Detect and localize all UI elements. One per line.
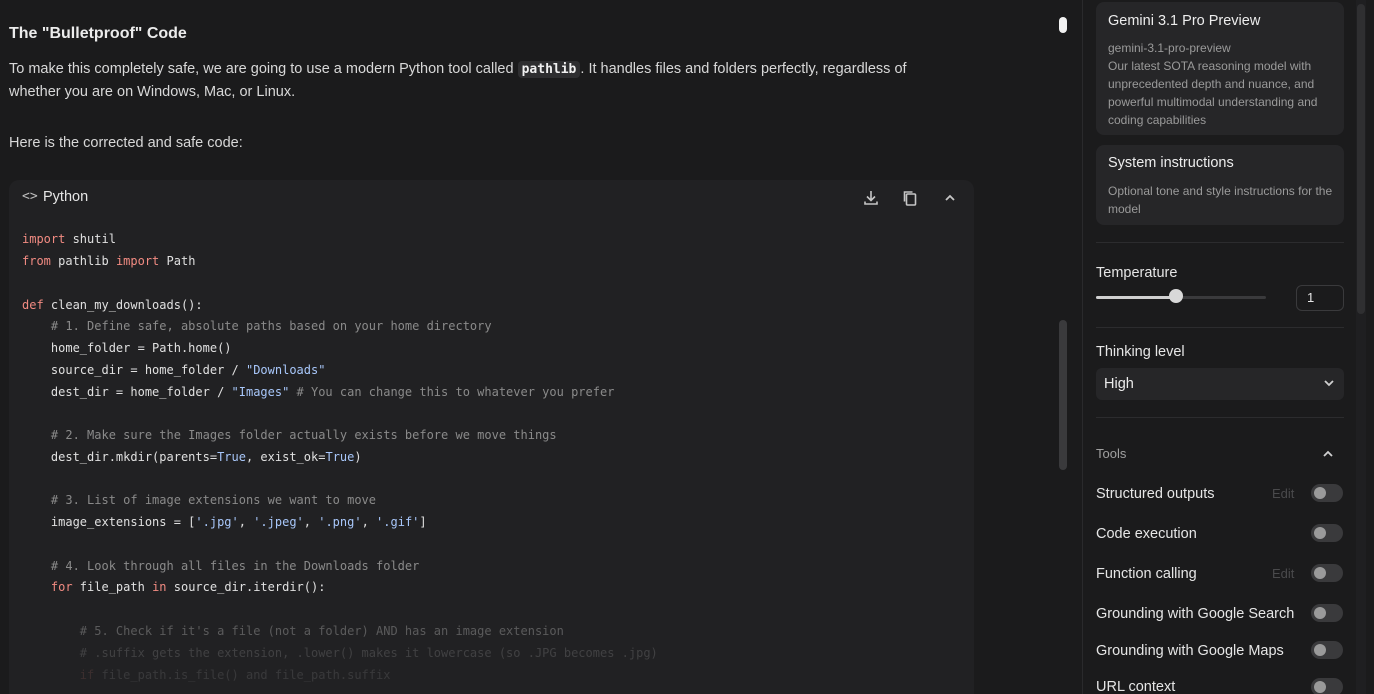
- code-line: # .suffix gets the extension, .lower() m…: [22, 646, 658, 660]
- code-line: from pathlib import Path: [22, 254, 196, 268]
- code-block-header: <> Python: [9, 180, 974, 216]
- code-line: dest_dir.mkdir(parents=True, exist_ok=Tr…: [22, 450, 362, 464]
- tool-label-structured-outputs: Structured outputs: [1096, 486, 1215, 502]
- code-line: # 4. Look through all files in the Downl…: [22, 559, 420, 573]
- tool-label-url-context: URL context: [1096, 679, 1176, 694]
- tool-label-grounding-search: Grounding with Google Search: [1096, 606, 1295, 622]
- code-execution-toggle[interactable]: [1311, 524, 1343, 542]
- system-instructions-title: System instructions: [1108, 155, 1234, 171]
- copy-button[interactable]: [900, 188, 920, 208]
- tools-section-label: Tools: [1096, 446, 1127, 461]
- url-context-toggle[interactable]: [1311, 678, 1343, 694]
- code-language: Python: [43, 189, 89, 205]
- collapse-button[interactable]: [940, 188, 960, 208]
- divider: [1096, 242, 1344, 243]
- model-id: gemini-3.1-pro-preview: [1108, 41, 1231, 55]
- code-line: def clean_my_downloads():: [22, 298, 203, 312]
- code-line: for file_path in source_dir.iterdir():: [22, 580, 326, 594]
- code-line: # 5. Check if it's a file (not a folder)…: [22, 624, 564, 638]
- tool-label-grounding-maps: Grounding with Google Maps: [1096, 643, 1284, 659]
- temperature-slider-handle[interactable]: [1169, 289, 1183, 303]
- temperature-slider-fill: [1096, 296, 1176, 299]
- thinking-level-value: High: [1104, 376, 1134, 392]
- chevron-up-icon[interactable]: [1321, 447, 1335, 461]
- system-instructions-description: Optional tone and style instructions for…: [1108, 184, 1333, 216]
- structured-outputs-toggle[interactable]: [1311, 484, 1343, 502]
- divider: [1096, 327, 1344, 328]
- edit-structured-outputs-button[interactable]: Edit: [1272, 486, 1294, 501]
- code-line: # 3. List of image extensions we want to…: [22, 493, 377, 507]
- response-paragraph: To make this completely safe, we are goi…: [9, 58, 949, 103]
- temperature-label: Temperature: [1096, 265, 1178, 281]
- thinking-level-label: Thinking level: [1096, 344, 1185, 360]
- chat-area: The "Bulletproof" Code To make this comp…: [0, 0, 1056, 694]
- tool-label-function-calling: Function calling: [1096, 566, 1197, 582]
- code-line: import shutil: [22, 232, 116, 246]
- code-line: image_extensions = ['.jpg', '.jpeg', '.p…: [22, 515, 427, 529]
- chevron-down-icon: [1322, 376, 1336, 390]
- response-heading: The "Bulletproof" Code: [9, 25, 187, 42]
- tool-label-code-execution: Code execution: [1096, 526, 1197, 542]
- code-line: # 1. Define safe, absolute paths based o…: [22, 319, 492, 333]
- code-line: dest_dir = home_folder / "Images" # You …: [22, 385, 615, 399]
- code-line: home_folder = Path.home(): [22, 341, 232, 355]
- code-line: # 2. Make sure the Images folder actuall…: [22, 428, 557, 442]
- download-icon: [864, 191, 878, 205]
- scroll-handle[interactable]: [1059, 17, 1067, 33]
- chevron-up-icon: [945, 194, 955, 201]
- inline-code: pathlib: [517, 61, 581, 78]
- temperature-input[interactable]: 1: [1296, 285, 1344, 311]
- model-description: Our latest SOTA reasoning model with unp…: [1108, 59, 1318, 127]
- code-icon: <>: [22, 189, 38, 204]
- response-paragraph: Here is the corrected and safe code:: [9, 135, 243, 151]
- paragraph-text: To make this completely safe, we are goi…: [9, 61, 518, 77]
- edit-function-calling-button[interactable]: Edit: [1272, 566, 1294, 581]
- model-selector-card[interactable]: Gemini 3.1 Pro Preview gemini-3.1-pro-pr…: [1096, 2, 1344, 135]
- grounding-maps-toggle[interactable]: [1311, 641, 1343, 659]
- code-line: if file_path.is_file() and file_path.suf…: [22, 668, 391, 682]
- grounding-search-toggle[interactable]: [1311, 604, 1343, 622]
- thinking-level-select[interactable]: High: [1096, 368, 1344, 400]
- divider: [1096, 417, 1344, 418]
- system-instructions-card[interactable]: System instructions Optional tone and st…: [1096, 145, 1344, 225]
- code-block: <> Python import shutil from pathlib imp…: [9, 180, 974, 694]
- code-line: source_dir = home_folder / "Downloads": [22, 363, 326, 377]
- copy-icon: [903, 191, 917, 206]
- scrollbar[interactable]: [1059, 320, 1067, 470]
- panel-scroll-thumb[interactable]: [1357, 4, 1365, 314]
- download-button[interactable]: [861, 188, 881, 208]
- model-title: Gemini 3.1 Pro Preview: [1108, 13, 1261, 29]
- function-calling-toggle[interactable]: [1311, 564, 1343, 582]
